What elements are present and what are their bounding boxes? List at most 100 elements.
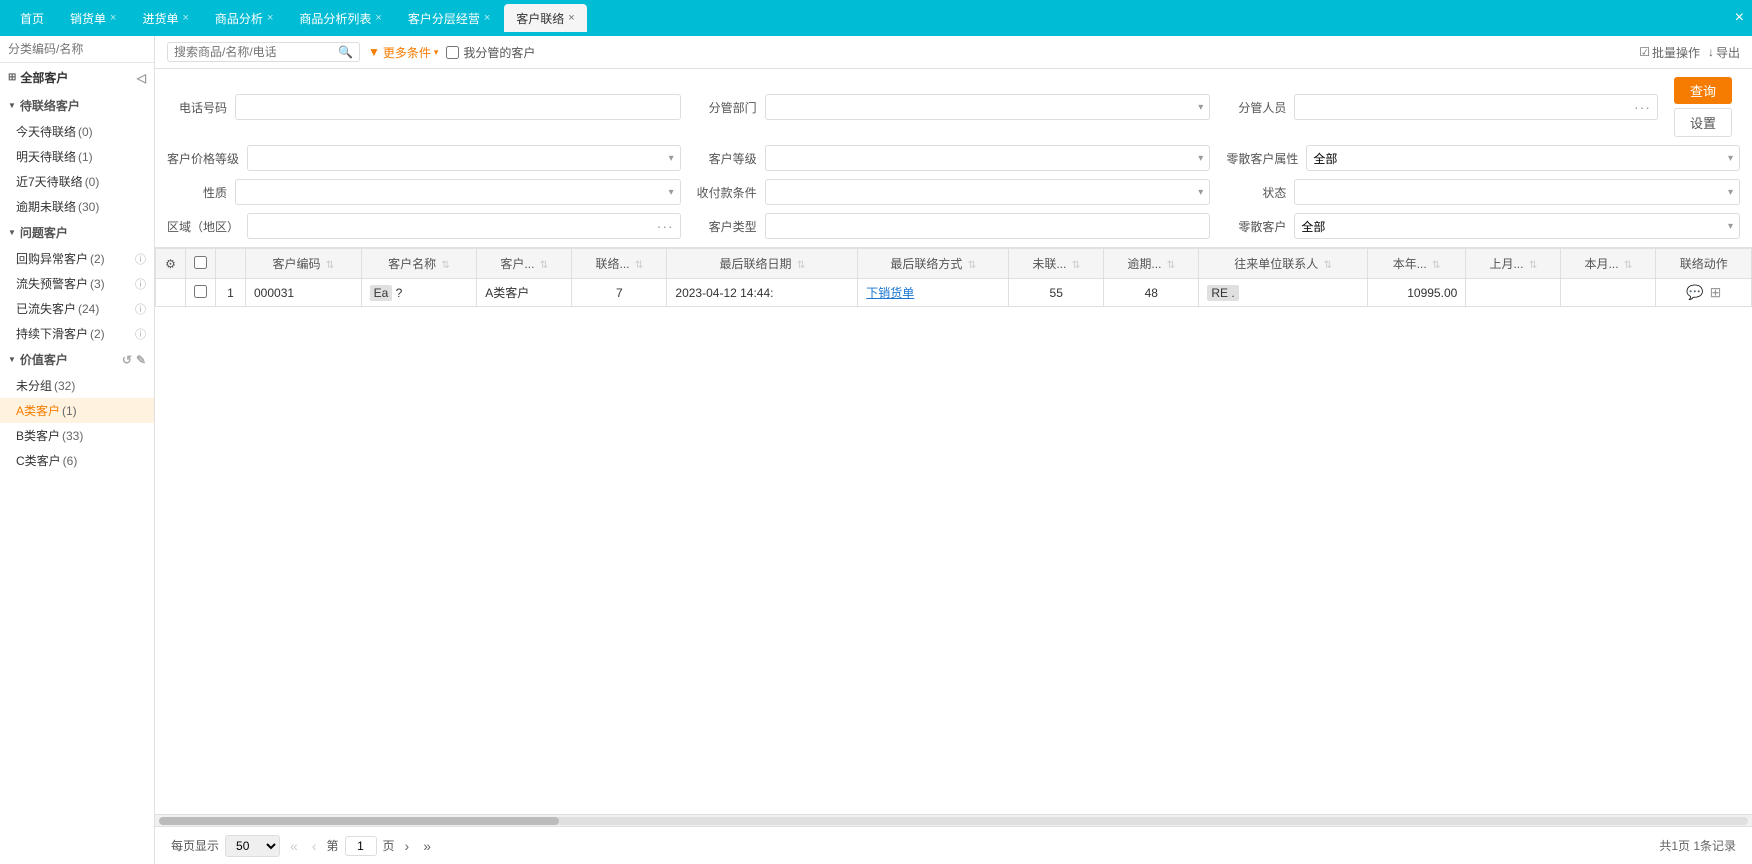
row-checkbox[interactable] xyxy=(194,285,207,298)
nav-tab-goods-list-close[interactable]: × xyxy=(375,12,381,24)
col-type-sort-icon[interactable]: ⇅ xyxy=(540,260,548,271)
sidebar-item-7days[interactable]: 近7天待联络 (0) xyxy=(0,169,154,194)
nav-tab-customer-contact[interactable]: 客户联络 × xyxy=(504,4,586,32)
refresh-icon[interactable]: ↺ xyxy=(122,353,132,367)
sidebar-item-today[interactable]: 今天待联络 (0) xyxy=(0,119,154,144)
nav-tab-purchase-close[interactable]: × xyxy=(182,12,188,24)
col-code-sort-icon[interactable]: ⇅ xyxy=(326,260,334,271)
my-customers-checkbox-wrap[interactable]: 我分管的客户 xyxy=(446,44,535,61)
search-input[interactable] xyxy=(174,45,334,59)
col-last-method-label: 最后联络方式 xyxy=(890,257,962,271)
scrollbar-thumb[interactable] xyxy=(159,817,559,825)
col-contact-sort-icon[interactable]: ⇅ xyxy=(635,260,643,271)
more-filters-button[interactable]: ▼ 更多条件 ▾ xyxy=(368,44,438,61)
retail-select[interactable]: 全部 ▾ xyxy=(1294,213,1740,239)
nav-tab-goods-analysis[interactable]: 商品分析 × xyxy=(203,4,285,32)
chat-action-icon[interactable]: 💬 xyxy=(1686,284,1703,301)
phone-filter-input[interactable] xyxy=(235,94,681,120)
last-page-button[interactable]: » xyxy=(419,838,435,854)
sidebar-item-b-class[interactable]: B类客户 (33) xyxy=(0,423,154,448)
col-code[interactable]: 客户编码 ⇅ xyxy=(246,249,362,279)
col-uncontacted[interactable]: 未联... ⇅ xyxy=(1009,249,1104,279)
col-last-method[interactable]: 最后联络方式 ⇅ xyxy=(858,249,1009,279)
sidebar-item-a-class[interactable]: A类客户 (1) xyxy=(0,398,154,423)
col-last-date-sort-icon[interactable]: ⇅ xyxy=(797,260,805,271)
nav-tab-customer-segment[interactable]: 客户分层经营 × xyxy=(396,4,502,32)
col-type[interactable]: 客户... ⇅ xyxy=(477,249,572,279)
col-settings[interactable]: ⚙ xyxy=(156,249,186,279)
churned-info-icon[interactable]: ⓘ xyxy=(135,301,146,317)
horizontal-scrollbar[interactable] xyxy=(155,814,1752,826)
page-number-input[interactable] xyxy=(345,836,377,856)
sidebar-collapse-icon[interactable]: ◁ xyxy=(137,71,146,85)
nav-tab-goods-list[interactable]: 商品分析列表 × xyxy=(287,4,393,32)
col-contact[interactable]: 联络... ⇅ xyxy=(572,249,667,279)
scrollbar-track[interactable] xyxy=(159,817,1748,825)
query-button[interactable]: 查询 xyxy=(1674,77,1732,104)
edit-icon[interactable]: ✎ xyxy=(136,353,146,367)
sidebar-item-tomorrow[interactable]: 明天待联络 (1) xyxy=(0,144,154,169)
retail-attr-select[interactable]: 全部 ▾ xyxy=(1306,145,1740,171)
col-this-year-sort-icon[interactable]: ⇅ xyxy=(1432,260,1440,271)
col-last-month[interactable]: 上月... ⇅ xyxy=(1466,249,1561,279)
export-button[interactable]: ↓ 导出 xyxy=(1708,44,1740,61)
nav-tab-goods-analysis-close[interactable]: × xyxy=(267,12,273,24)
price-level-select[interactable]: ▾ xyxy=(247,145,681,171)
status-select[interactable]: ▾ xyxy=(1294,179,1740,205)
customer-level-select[interactable]: ▾ xyxy=(765,145,1211,171)
problem-customers-section[interactable]: ▼ 问题客户 xyxy=(0,219,154,246)
select-all-checkbox[interactable] xyxy=(194,256,207,269)
value-customers-section[interactable]: ▼ 价值客户 ↺ ✎ xyxy=(0,346,154,373)
nav-tab-sales-close[interactable]: × xyxy=(110,12,116,24)
nature-select[interactable]: ▾ xyxy=(235,179,681,205)
nav-tab-purchase[interactable]: 进货单 × xyxy=(130,4,200,32)
col-this-year[interactable]: 本年... ⇅ xyxy=(1367,249,1465,279)
col-overdue-sort-icon[interactable]: ⇅ xyxy=(1167,260,1175,271)
col-name-sort-icon[interactable]: ⇅ xyxy=(441,260,449,271)
settings-button[interactable]: 设置 xyxy=(1674,108,1732,137)
first-page-button[interactable]: « xyxy=(286,838,302,854)
col-name[interactable]: 客户名称 ⇅ xyxy=(361,249,477,279)
col-this-month-sort-icon[interactable]: ⇅ xyxy=(1624,260,1632,271)
sidebar-item-repurchase-abnormal[interactable]: 回购异常客户 (2) ⓘ xyxy=(0,246,154,271)
churn-warning-info-icon[interactable]: ⓘ xyxy=(135,276,146,292)
sidebar-item-c-class[interactable]: C类客户 (6) xyxy=(0,448,154,473)
nav-tab-customer-segment-close[interactable]: × xyxy=(484,12,490,24)
my-customers-checkbox[interactable] xyxy=(446,46,459,59)
page-size-prefix-label: 每页显示 xyxy=(171,837,219,854)
col-overdue[interactable]: 逾期... ⇅ xyxy=(1104,249,1199,279)
nav-tab-customer-contact-close[interactable]: × xyxy=(568,12,574,24)
sidebar-item-declining[interactable]: 持续下滑客户 (2) ⓘ xyxy=(0,321,154,346)
sidebar-search-input[interactable] xyxy=(8,42,155,56)
declining-info-icon[interactable]: ⓘ xyxy=(135,326,146,342)
next-page-button[interactable]: › xyxy=(401,838,414,854)
prev-page-button[interactable]: ‹ xyxy=(308,838,321,854)
nav-tab-home[interactable]: 首页 xyxy=(8,4,56,32)
col-last-date[interactable]: 最后联络日期 ⇅ xyxy=(667,249,858,279)
customer-type-input[interactable] xyxy=(765,213,1211,239)
dept-filter-select[interactable]: ▾ xyxy=(765,94,1211,120)
batch-operations-button[interactable]: ☑ 批量操作 xyxy=(1639,44,1700,61)
last-method-link[interactable]: 下销货单 xyxy=(866,286,914,300)
col-this-month[interactable]: 本月... ⇅ xyxy=(1561,249,1656,279)
sidebar-item-churn-warning[interactable]: 流失预警客户 (3) ⓘ xyxy=(0,271,154,296)
repurchase-abnormal-info-icon[interactable]: ⓘ xyxy=(135,251,146,267)
col-last-method-sort-icon[interactable]: ⇅ xyxy=(968,260,976,271)
grid-action-icon[interactable]: ⊞ xyxy=(1710,284,1722,301)
col-last-month-sort-icon[interactable]: ⇅ xyxy=(1529,260,1537,271)
pending-contact-section[interactable]: ▼ 待联络客户 xyxy=(0,92,154,119)
sidebar-item-churned[interactable]: 已流失客户 (24) ⓘ xyxy=(0,296,154,321)
sidebar-item-unclassified[interactable]: 未分组 (32) xyxy=(0,373,154,398)
search-icon[interactable]: 🔍 xyxy=(338,45,353,59)
region-input[interactable]: ··· xyxy=(247,213,681,239)
person-filter-input[interactable]: ··· xyxy=(1294,94,1658,120)
col-contact-person-sort-icon[interactable]: ⇅ xyxy=(1324,260,1332,271)
sidebar-item-overdue[interactable]: 逾期未联络 (30) xyxy=(0,194,154,219)
all-customers-section[interactable]: ⊞ 全部客户 ◁ xyxy=(0,63,154,92)
col-uncontacted-sort-icon[interactable]: ⇅ xyxy=(1072,260,1080,271)
payment-select[interactable]: ▾ xyxy=(765,179,1211,205)
nav-tab-sales[interactable]: 销货单 × xyxy=(58,4,128,32)
col-contact-person[interactable]: 往来单位联系人 ⇅ xyxy=(1199,249,1368,279)
close-all-tabs-button[interactable]: × xyxy=(1735,9,1744,27)
page-size-select[interactable]: 50 100 200 xyxy=(225,835,280,857)
